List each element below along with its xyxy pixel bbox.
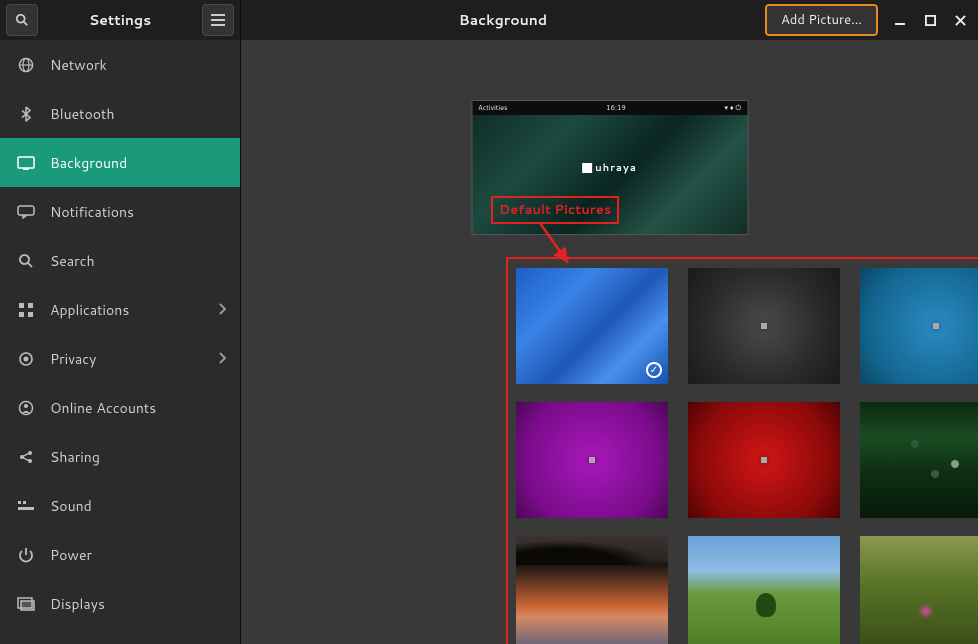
- chevron-right-icon: [218, 349, 226, 369]
- power-icon: [14, 543, 38, 567]
- add-picture-label: Add Picture…: [781, 11, 862, 29]
- sidebar-item-search[interactable]: Search: [0, 236, 240, 285]
- center-dot-icon: [589, 457, 595, 463]
- displays-icon: [14, 592, 38, 616]
- center-dot-icon: [761, 457, 767, 463]
- preview-topbar-left: Activities: [478, 103, 507, 113]
- globe-icon: [14, 53, 38, 77]
- menu-button[interactable]: [202, 4, 234, 36]
- sidebar-item-label: Notifications: [50, 202, 226, 222]
- background-icon: [14, 151, 38, 175]
- sidebar-item-label: Background: [50, 153, 226, 173]
- preview-topbar-time: 16:19: [606, 103, 626, 113]
- sidebar-item-sharing[interactable]: Sharing: [0, 432, 240, 481]
- sound-icon: [14, 494, 38, 518]
- notifications-icon: [14, 200, 38, 224]
- titlebar-left: Settings: [0, 0, 241, 40]
- privacy-icon: [14, 347, 38, 371]
- wallpaper-grid: ✓: [516, 268, 978, 644]
- preview-topbar-icons: ▾ ♦ ⏻: [725, 103, 741, 113]
- center-dot-icon: [761, 323, 767, 329]
- sidebar-item-label: Sharing: [50, 447, 226, 467]
- wallpaper-thumb-green-hill[interactable]: [688, 536, 840, 644]
- sidebar-item-network[interactable]: Network: [0, 40, 240, 89]
- sidebar-item-notifications[interactable]: Notifications: [0, 187, 240, 236]
- annotation-default-pictures: Default Pictures: [491, 196, 619, 224]
- close-button[interactable]: [952, 12, 968, 28]
- add-picture-button[interactable]: Add Picture…: [765, 4, 878, 36]
- chevron-right-icon: [218, 300, 226, 320]
- wallpaper-thumb-purple-radial[interactable]: [516, 402, 668, 518]
- minimize-icon: [894, 14, 906, 26]
- maximize-icon: [925, 15, 936, 26]
- wallpaper-thumb-sunset-tree[interactable]: [516, 536, 668, 644]
- hamburger-icon: [211, 14, 225, 26]
- sidebar-item-label: Applications: [50, 300, 218, 320]
- window-controls: [892, 12, 968, 28]
- minimize-button[interactable]: [892, 12, 908, 28]
- selected-check-icon: ✓: [646, 362, 662, 378]
- applications-icon: [14, 298, 38, 322]
- wallpaper-thumb-grass-flower[interactable]: [860, 536, 978, 644]
- search-icon: [15, 13, 29, 27]
- wallpaper-thumb-blue-radial[interactable]: [860, 268, 978, 384]
- sidebar-item-displays[interactable]: Displays: [0, 579, 240, 628]
- sharing-icon: [14, 445, 38, 469]
- sidebar-item-label: Network: [50, 55, 226, 75]
- center-dot-icon: [933, 323, 939, 329]
- sidebar-item-label: Sound: [50, 496, 226, 516]
- sidebar-item-privacy[interactable]: Privacy: [0, 334, 240, 383]
- sidebar-item-power[interactable]: Power: [0, 530, 240, 579]
- sidebar-title: Settings: [38, 10, 202, 30]
- wallpaper-thumb-green-leaves[interactable]: [860, 402, 978, 518]
- main-content: Activities 16:19 ▾ ♦ ⏻ uhraya Default Pi…: [241, 40, 978, 644]
- sidebar-item-label: Bluetooth: [50, 104, 226, 124]
- bluetooth-icon: [14, 102, 38, 126]
- sidebar-item-label: Search: [50, 251, 226, 271]
- search-button[interactable]: [6, 4, 38, 36]
- page-title: Background: [241, 10, 765, 30]
- sidebar-item-online-accounts[interactable]: Online Accounts: [0, 383, 240, 432]
- sidebar-item-applications[interactable]: Applications: [0, 285, 240, 334]
- maximize-button[interactable]: [922, 12, 938, 28]
- close-icon: [955, 15, 966, 26]
- preview-brand-icon: [582, 163, 592, 173]
- sidebar-item-label: Privacy: [50, 349, 218, 369]
- titlebar: Settings Background Add Picture…: [0, 0, 978, 40]
- sidebar-item-label: Online Accounts: [50, 398, 226, 418]
- sidebar-item-sound[interactable]: Sound: [0, 481, 240, 530]
- preview-topbar: Activities 16:19 ▾ ♦ ⏻: [472, 101, 747, 115]
- wallpaper-thumb-dark-grey-radial[interactable]: [688, 268, 840, 384]
- search-icon: [14, 249, 38, 273]
- titlebar-right: Background Add Picture…: [241, 0, 978, 40]
- sidebar-item-label: Displays: [50, 594, 226, 614]
- sidebar-item-background[interactable]: Background: [0, 138, 240, 187]
- wallpaper-thumb-red-radial[interactable]: [688, 402, 840, 518]
- sidebar: Network Bluetooth Background Notificatio…: [0, 40, 241, 644]
- sidebar-item-bluetooth[interactable]: Bluetooth: [0, 89, 240, 138]
- preview-brand-text: uhraya: [595, 161, 637, 175]
- wallpaper-thumb-blue-geometric[interactable]: ✓: [516, 268, 668, 384]
- sidebar-item-label: Power: [50, 545, 226, 565]
- online-accounts-icon: [14, 396, 38, 420]
- preview-brand: uhraya: [582, 161, 637, 175]
